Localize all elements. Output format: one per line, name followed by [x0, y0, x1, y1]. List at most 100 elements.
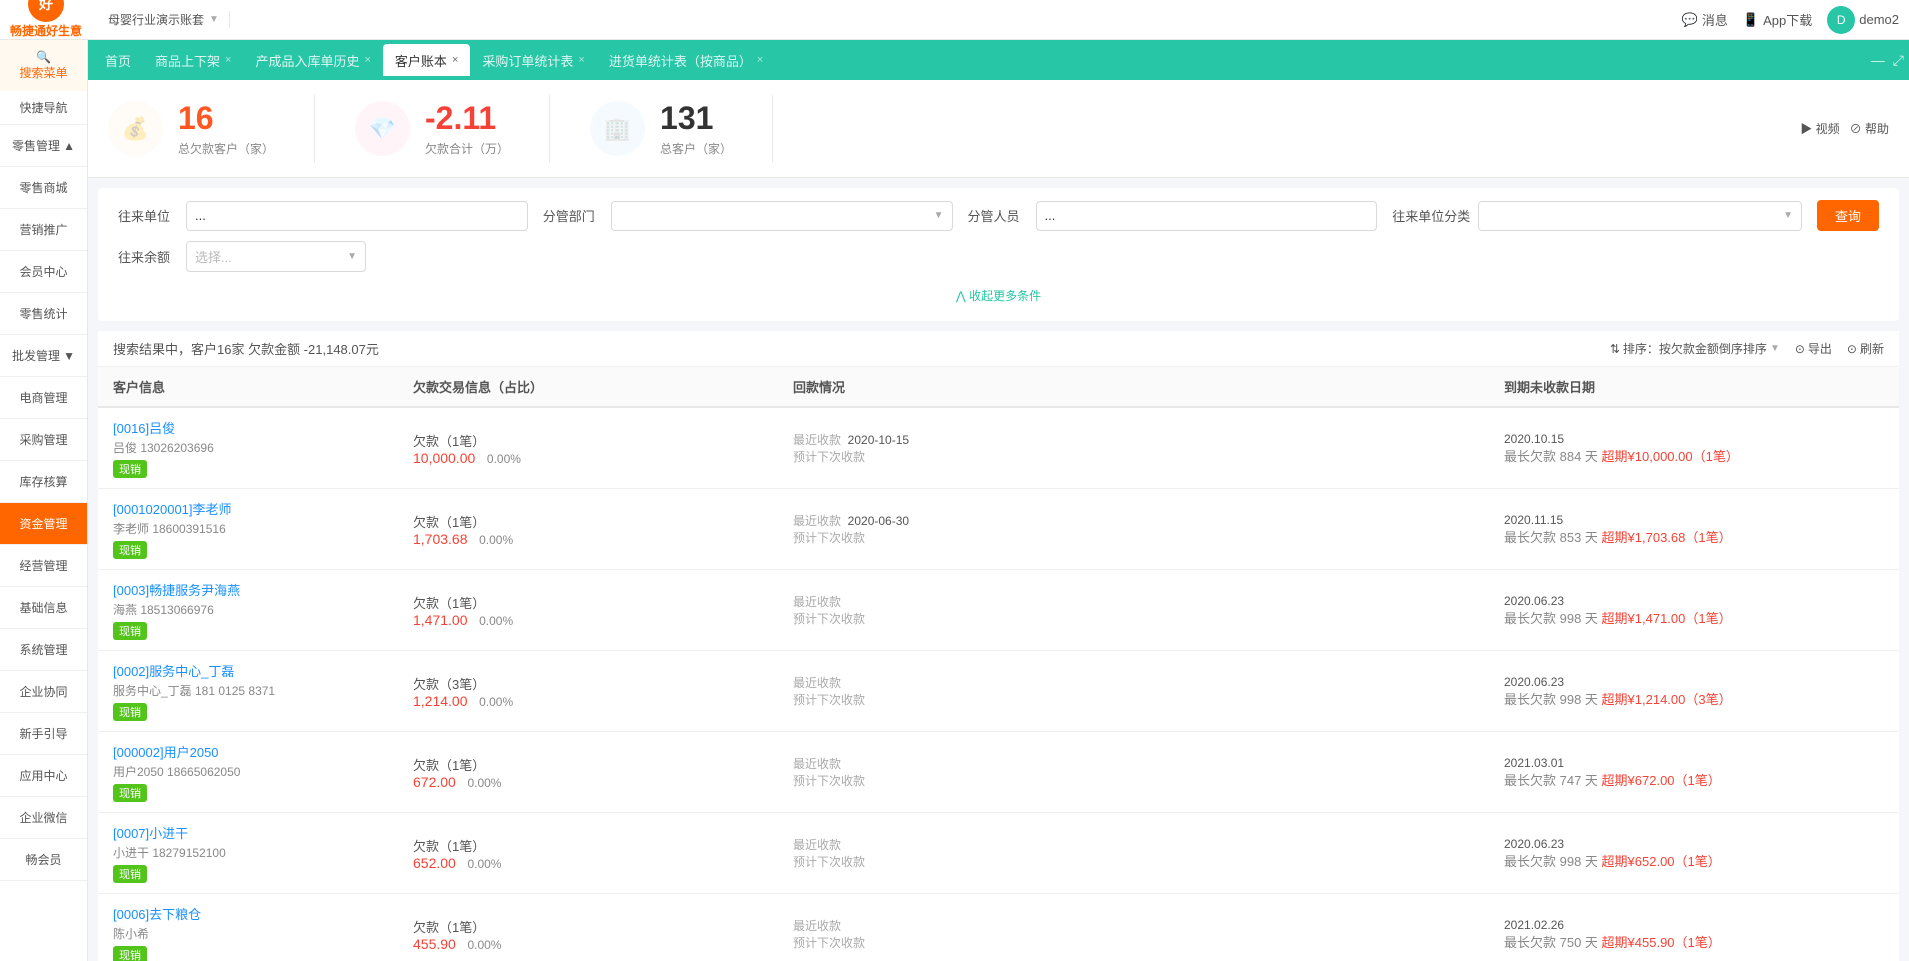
- sidebar-item-inventory[interactable]: 库存核算: [0, 461, 87, 503]
- customer-code-4[interactable]: [000002]用户2050: [113, 745, 219, 760]
- app-download-button[interactable]: 📱 App下载: [1743, 10, 1812, 29]
- collection-cell-6: 最近收款 预计下次收款: [793, 917, 1504, 951]
- overdue-link-1[interactable]: 超期¥1,703.68（1笔）: [1602, 530, 1732, 545]
- sidebar-item-retail-mall[interactable]: 零售商城: [0, 167, 87, 209]
- user-menu[interactable]: D demo2: [1827, 6, 1899, 34]
- industry-selector[interactable]: 母婴行业演示账套 ▼: [98, 11, 230, 28]
- customer-code-5[interactable]: [0007]小进干: [113, 826, 188, 841]
- search-menu-item[interactable]: 🔍 搜索菜单: [0, 40, 87, 91]
- debt-amount-6[interactable]: 455.90: [413, 936, 456, 952]
- filter-department: 分管部门 ▼: [543, 201, 953, 231]
- balance-select[interactable]: 选择... ▼: [186, 241, 366, 272]
- sidebar-item-newbie[interactable]: 新手引导: [0, 713, 87, 755]
- video-btn[interactable]: ▶ 视频: [1800, 120, 1839, 137]
- customer-cell-4: [000002]用户2050 用户2050 18665062050 现销: [113, 742, 413, 802]
- export-button[interactable]: ⊙ 导出: [1795, 340, 1832, 357]
- debt-amount-1[interactable]: 1,703.68: [413, 531, 468, 547]
- message-button[interactable]: 💬 消息: [1682, 10, 1728, 29]
- source-unit-dots: ...: [195, 208, 206, 223]
- stat-debtors-number: 16: [178, 100, 274, 137]
- col-debt-info: 欠款交易信息（占比）: [413, 377, 793, 396]
- source-unit-label: 往来单位: [118, 206, 178, 225]
- debt-amount-0[interactable]: 10,000.00: [413, 450, 475, 466]
- manager-input[interactable]: ...: [1036, 201, 1378, 231]
- sidebar-item-wechat[interactable]: 企业微信: [0, 797, 87, 839]
- sidebar-item-business[interactable]: 经营管理: [0, 545, 87, 587]
- overdue-link-0[interactable]: 超期¥10,000.00（1笔）: [1602, 449, 1739, 464]
- tab-purchase-goods-close[interactable]: ×: [757, 54, 763, 66]
- customer-code-2[interactable]: [0003]畅捷服务尹海燕: [113, 583, 240, 598]
- table-row: [0002]服务中心_丁磊 服务中心_丁磊 181 0125 8371 现销 欠…: [98, 651, 1899, 732]
- due-cell-3: 2020.06.23 最长欠款 998 天 超期¥1,214.00（3笔）: [1504, 675, 1884, 708]
- due-date-2: 2020.06.23: [1504, 594, 1884, 608]
- due-date-1: 2020.11.15: [1504, 513, 1884, 527]
- sidebar-item-retail-mgmt[interactable]: 零售管理 ▲: [0, 125, 87, 167]
- tab-product-status-close[interactable]: ×: [225, 54, 231, 66]
- refresh-button[interactable]: ⊙ 刷新: [1847, 340, 1884, 357]
- filter-source-unit: 往来单位 ...: [118, 201, 528, 231]
- debt-percent-3: 0.00%: [479, 695, 513, 709]
- overdue-link-6[interactable]: 超期¥455.90（1笔）: [1602, 935, 1721, 950]
- tab-customer-ledger[interactable]: 客户账本 ×: [383, 44, 470, 76]
- debt-amount-2[interactable]: 1,471.00: [413, 612, 468, 628]
- tab-purchase-stats[interactable]: 采购订单统计表 ×: [470, 44, 596, 76]
- tab-purchase-goods[interactable]: 进货单统计表（按商品） ×: [597, 44, 775, 76]
- overdue-link-3[interactable]: 超期¥1,214.00（3笔）: [1602, 692, 1732, 707]
- customer-phone-6: 陈小希: [113, 925, 413, 942]
- collab-label: 企业协同: [19, 685, 67, 699]
- sidebar-item-marketing[interactable]: 营销推广: [0, 209, 87, 251]
- business-label: 经营管理: [19, 559, 67, 573]
- customer-cell-6: [0006]去下粮仓 陈小希 现销: [113, 904, 413, 961]
- tab-home[interactable]: 首页: [93, 44, 143, 76]
- sidebar-item-basic-info[interactable]: 基础信息: [0, 587, 87, 629]
- overdue-days-2: 最长欠款 998 天 超期¥1,471.00（1笔）: [1504, 608, 1884, 627]
- sort-select[interactable]: ⇅ 排序：按欠款金额倒序排序 ▼: [1610, 340, 1780, 357]
- customer-code-0[interactable]: [0016]吕俊: [113, 421, 175, 436]
- sidebar-item-collab[interactable]: 企业协同: [0, 671, 87, 713]
- unit-category-select[interactable]: ▼: [1478, 201, 1802, 231]
- customer-code-3[interactable]: [0002]服务中心_丁磊: [113, 664, 234, 679]
- debt-amount-4[interactable]: 672.00: [413, 774, 456, 790]
- sidebar-item-member2[interactable]: 畅会员: [0, 839, 87, 881]
- department-select[interactable]: ▼: [611, 201, 953, 231]
- source-unit-input[interactable]: ...: [186, 201, 528, 231]
- sidebar-item-finance[interactable]: 资金管理: [0, 503, 87, 545]
- customer-cell-5: [0007]小进干 小进干 18279152100 现销: [113, 823, 413, 883]
- sidebar-item-purchase[interactable]: 采购管理: [0, 419, 87, 461]
- sidebar-item-member[interactable]: 会员中心: [0, 251, 87, 293]
- customer-code-1[interactable]: [0001020001]李老师: [113, 502, 232, 517]
- tab-product-status[interactable]: 商品上下架 ×: [143, 44, 243, 76]
- collapse-icon: ⋀: [956, 289, 966, 303]
- tab-customer-ledger-close[interactable]: ×: [452, 54, 458, 66]
- col-collection: 回款情况: [793, 377, 1504, 396]
- collection-cell-5: 最近收款 预计下次收款: [793, 836, 1504, 870]
- tab-minimize-button[interactable]: —: [1871, 52, 1885, 69]
- tab-production-history-close[interactable]: ×: [364, 54, 370, 66]
- tab-purchase-stats-close[interactable]: ×: [578, 54, 584, 66]
- tab-purchase-stats-label: 采购订单统计表: [482, 51, 573, 70]
- results-actions: ⇅ 排序：按欠款金额倒序排序 ▼ ⊙ 导出 ⊙ 刷新: [1610, 340, 1884, 357]
- help-btn[interactable]: ⊘ 帮助: [1850, 120, 1889, 137]
- collapse-bar[interactable]: ⋀ 收起更多条件: [118, 282, 1879, 309]
- customer-code-6[interactable]: [0006]去下粮仓: [113, 907, 201, 922]
- sidebar-item-app-center[interactable]: 应用中心: [0, 755, 87, 797]
- sidebar-item-retail-stats[interactable]: 零售统计: [0, 293, 87, 335]
- overdue-link-2[interactable]: 超期¥1,471.00（1笔）: [1602, 611, 1732, 626]
- sidebar-item-ecommerce[interactable]: 电商管理: [0, 377, 87, 419]
- tab-production-history[interactable]: 产成品入库单历史 ×: [243, 44, 382, 76]
- debt-amount-3[interactable]: 1,214.00: [413, 693, 468, 709]
- debt-count-1: 欠款（1笔）: [413, 512, 793, 531]
- search-button[interactable]: 查询: [1817, 200, 1879, 231]
- quick-nav-item[interactable]: 快捷导航: [0, 91, 87, 125]
- overdue-link-4[interactable]: 超期¥672.00（1笔）: [1602, 773, 1721, 788]
- customer-tag-6: 现销: [113, 946, 147, 961]
- debt-count-5: 欠款（1笔）: [413, 836, 793, 855]
- marketing-label: 营销推广: [19, 223, 67, 237]
- sidebar-item-system[interactable]: 系统管理: [0, 629, 87, 671]
- stat-debtors-label: 总欠款客户（家）: [178, 140, 274, 157]
- tab-maximize-button[interactable]: ⤢: [1893, 52, 1904, 69]
- debt-amount-5[interactable]: 652.00: [413, 855, 456, 871]
- overdue-link-5[interactable]: 超期¥652.00（1笔）: [1602, 854, 1721, 869]
- sidebar-item-wholesale[interactable]: 批发管理 ▼: [0, 335, 87, 377]
- sort-icon: ⇅: [1610, 342, 1620, 356]
